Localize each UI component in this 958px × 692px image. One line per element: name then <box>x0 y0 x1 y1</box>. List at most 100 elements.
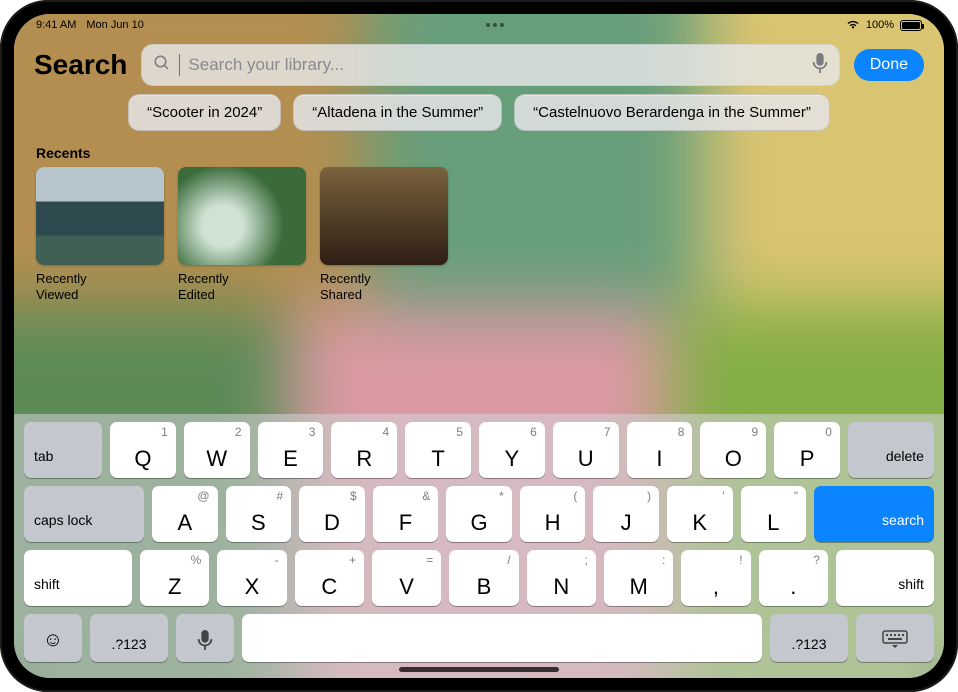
key-main-label: Q <box>134 446 151 472</box>
key-m[interactable]: :M <box>604 550 673 606</box>
mic-icon <box>197 630 213 656</box>
key-u[interactable]: 7U <box>553 422 619 478</box>
key-q[interactable]: 1Q <box>110 422 176 478</box>
delete-key[interactable]: delete <box>848 422 934 478</box>
key-j[interactable]: )J <box>593 486 659 542</box>
shift-key-label: shift <box>24 576 60 600</box>
suggestion-chip[interactable]: “Castelnuovo Berardenga in the Summer” <box>514 94 830 131</box>
recents-item[interactable]: Recently Shared <box>320 167 448 304</box>
key-alt-label: 4 <box>383 425 390 439</box>
key-main-label: Z <box>168 574 181 600</box>
key-main-label: V <box>399 574 414 600</box>
status-bar: 9:41 AM Mon Jun 10 100% <box>14 14 944 36</box>
key-main-label: N <box>553 574 569 600</box>
key-alt-label: 2 <box>235 425 242 439</box>
status-date: Mon Jun 10 <box>86 19 143 31</box>
key-z[interactable]: %Z <box>140 550 209 606</box>
key-main-label: L <box>767 510 779 536</box>
home-indicator[interactable] <box>399 667 559 672</box>
search-input[interactable]: Search your library... <box>141 44 839 86</box>
key-alt-label: @ <box>197 489 209 503</box>
key-.[interactable]: ?. <box>759 550 828 606</box>
key-alt-label: $ <box>350 489 357 503</box>
key-r[interactable]: 4R <box>331 422 397 478</box>
key-alt-label: ; <box>585 553 588 567</box>
key-a[interactable]: @A <box>152 486 218 542</box>
key-alt-label: 3 <box>309 425 316 439</box>
key-w[interactable]: 2W <box>184 422 250 478</box>
key-d[interactable]: $D <box>299 486 365 542</box>
key-l[interactable]: "L <box>741 486 807 542</box>
key-o[interactable]: 9O <box>700 422 766 478</box>
text-caret <box>179 54 180 76</box>
key-alt-label: ! <box>739 553 742 567</box>
key-alt-label: 7 <box>604 425 611 439</box>
key-alt-label: & <box>422 489 430 503</box>
key-main-label: K <box>692 510 707 536</box>
symbols-key[interactable]: .?123 <box>90 614 168 662</box>
search-key[interactable]: search <box>814 486 934 542</box>
ipad-frame: 9:41 AM Mon Jun 10 100% Search <box>0 0 958 692</box>
key-g[interactable]: *G <box>446 486 512 542</box>
shift-key[interactable]: shift <box>836 550 934 606</box>
caps-lock-key-label: caps lock <box>24 512 92 536</box>
tab-key[interactable]: tab <box>24 422 102 478</box>
key-main-label: F <box>399 510 412 536</box>
key-main-label: D <box>324 510 340 536</box>
key-,[interactable]: !, <box>681 550 750 606</box>
key-c[interactable]: +C <box>295 550 364 606</box>
suggestion-chip[interactable]: “Altadena in the Summer” <box>293 94 502 131</box>
album-title: Recently Shared <box>320 271 448 304</box>
key-main-label: S <box>251 510 266 536</box>
key-main-label: O <box>725 446 742 472</box>
dismiss-keyboard-key[interactable] <box>856 614 934 662</box>
shift-key[interactable]: shift <box>24 550 132 606</box>
recents-item[interactable]: Recently Edited <box>178 167 306 304</box>
key-alt-label: # <box>276 489 283 503</box>
caps-lock-key[interactable]: caps lock <box>24 486 144 542</box>
key-k[interactable]: 'K <box>667 486 733 542</box>
key-alt-label: 1 <box>161 425 168 439</box>
key-alt-label: 8 <box>678 425 685 439</box>
key-f[interactable]: &F <box>373 486 439 542</box>
emoji-key[interactable]: ☺ <box>24 614 82 662</box>
suggestion-chip[interactable]: “Scooter in 2024” <box>128 94 281 131</box>
multitask-dots-icon[interactable] <box>486 23 504 27</box>
key-main-label: . <box>790 574 796 600</box>
search-key-label: search <box>882 512 934 536</box>
key-alt-label: + <box>349 553 356 567</box>
key-i[interactable]: 8I <box>627 422 693 478</box>
key-main-label: H <box>545 510 561 536</box>
done-button[interactable]: Done <box>854 49 924 81</box>
key-e[interactable]: 3E <box>258 422 324 478</box>
key-alt-label: ) <box>647 489 651 503</box>
key-y[interactable]: 6Y <box>479 422 545 478</box>
key-alt-label: ? <box>813 553 820 567</box>
album-thumbnail <box>36 167 164 265</box>
search-suggestions: “Scooter in 2024” “Altadena in the Summe… <box>14 92 944 145</box>
key-alt-label: 6 <box>530 425 537 439</box>
search-placeholder: Search your library... <box>188 55 803 75</box>
key-alt-label: 5 <box>456 425 463 439</box>
key-p[interactable]: 0P <box>774 422 840 478</box>
dictate-key[interactable] <box>176 614 234 662</box>
key-main-label: P <box>800 446 815 472</box>
key-main-label: W <box>206 446 227 472</box>
recents-label: Recents <box>14 145 944 167</box>
symbols-key[interactable]: .?123 <box>770 614 848 662</box>
key-t[interactable]: 5T <box>405 422 471 478</box>
recents-item[interactable]: Recently Viewed <box>36 167 164 304</box>
key-b[interactable]: /B <box>449 550 518 606</box>
key-n[interactable]: ;N <box>527 550 596 606</box>
wifi-icon <box>846 19 860 32</box>
tab-key-label: tab <box>24 448 53 472</box>
key-v[interactable]: =V <box>372 550 441 606</box>
key-h[interactable]: (H <box>520 486 586 542</box>
key-main-label: M <box>629 574 647 600</box>
album-thumbnail <box>320 167 448 265</box>
dictation-icon[interactable] <box>812 53 828 78</box>
key-s[interactable]: #S <box>226 486 292 542</box>
key-x[interactable]: -X <box>217 550 286 606</box>
space-key[interactable] <box>242 614 762 662</box>
key-main-label: A <box>177 510 192 536</box>
